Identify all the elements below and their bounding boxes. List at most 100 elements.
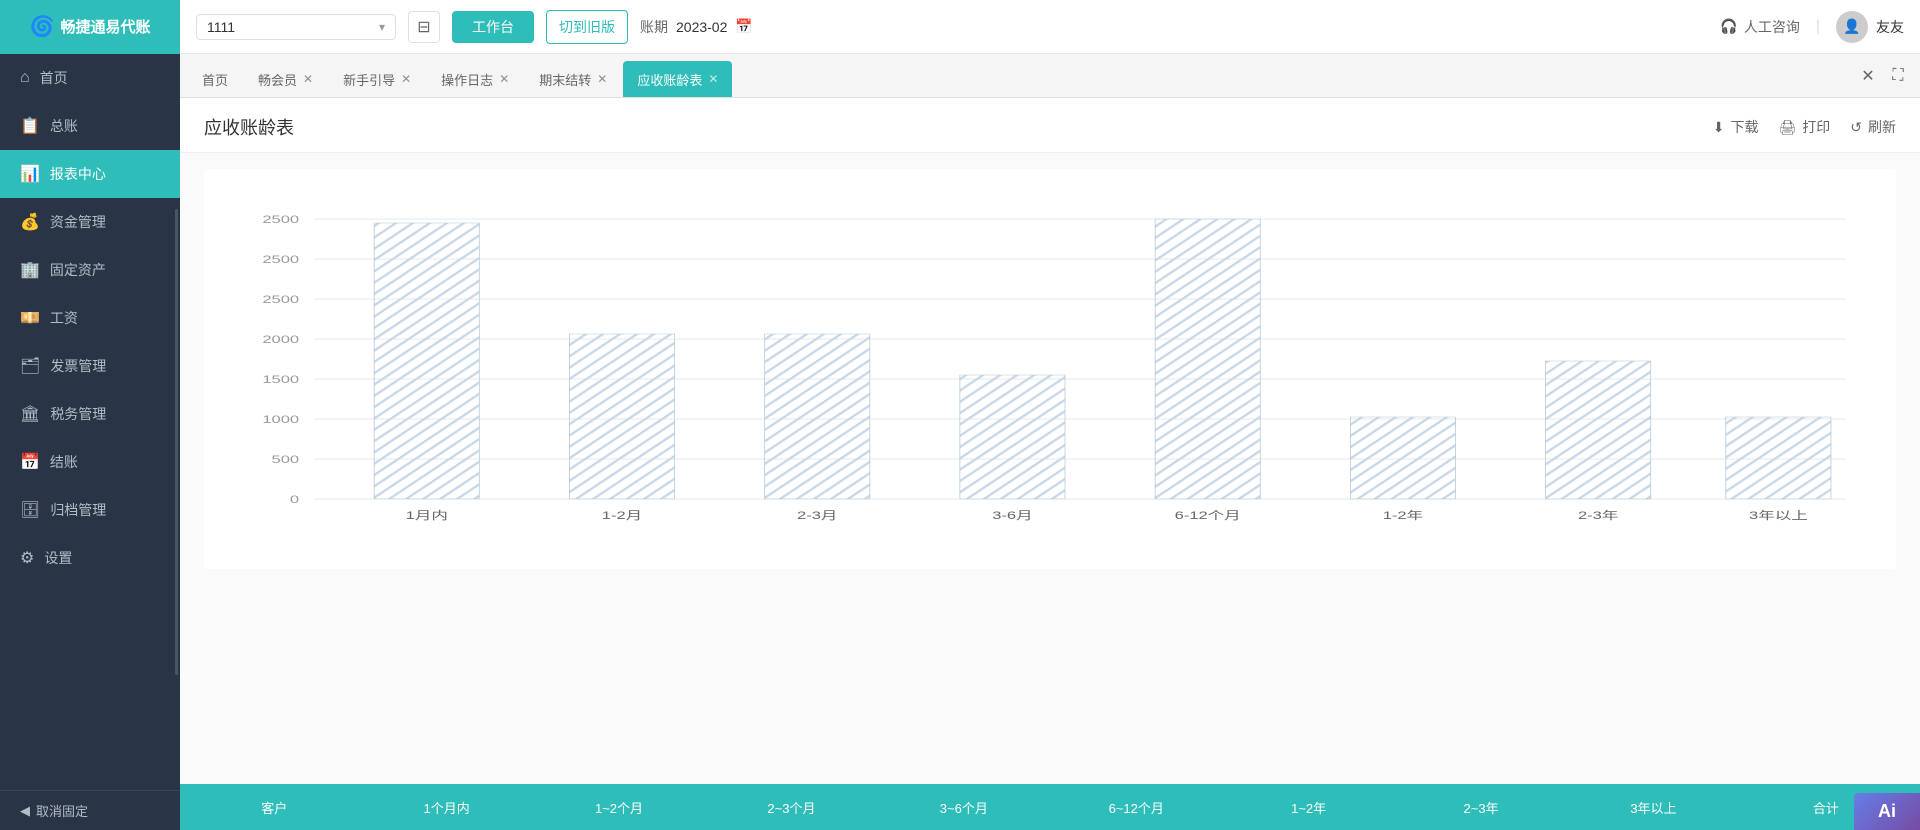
avatar-icon: 👤: [1843, 18, 1860, 35]
header-right: 🎧 人工咨询 | 👤 友友: [1720, 11, 1904, 43]
tab-label-aging: 应收账龄表: [637, 70, 702, 89]
sidebar-icon-archive: 🗄: [20, 500, 40, 520]
sidebar-label-home: 首页: [40, 68, 68, 88]
svg-text:1500: 1500: [262, 373, 299, 386]
close-all-tabs-button[interactable]: ✕: [1854, 62, 1882, 90]
th-客户: 客户: [188, 798, 360, 817]
th-3年以上: 3年以上: [1567, 798, 1739, 817]
sidebar-item-close[interactable]: 📅 结账: [0, 438, 180, 486]
tab-label-home: 首页: [202, 70, 228, 89]
bar-2-3年: [1546, 361, 1651, 499]
period-area: 账期 2023-02 📅: [640, 17, 753, 37]
tab-guide[interactable]: 新手引导✕: [329, 61, 425, 97]
tab-close-log[interactable]: ✕: [499, 72, 509, 86]
sidebar-item-reports[interactable]: 📊 报表中心: [0, 150, 180, 198]
collapse-icon: ◀: [20, 803, 30, 819]
sidebar-item-invoice[interactable]: 🗂 发票管理: [0, 342, 180, 390]
tab-member[interactable]: 畅会员 ✕: [244, 61, 327, 97]
sidebar-label-payroll: 工资: [50, 308, 78, 328]
headset-icon: 🎧: [1720, 18, 1737, 35]
svg-text:6-12个月: 6-12个月: [1175, 509, 1241, 522]
copy-button[interactable]: ⊟: [408, 11, 440, 43]
sidebar-item-settings[interactable]: ⚙ 设置: [0, 534, 180, 582]
refresh-label: 刷新: [1868, 117, 1896, 137]
divider: |: [1816, 18, 1820, 36]
sidebar: ⌂ 首页📋 总账📊 报表中心💰 资金管理🏢 固定资产💴 工资🗂 发票管理🏛 税务…: [0, 54, 180, 830]
sidebar-item-home[interactable]: ⌂ 首页: [0, 54, 180, 102]
svg-text:2500: 2500: [262, 253, 299, 266]
svg-text:1000: 1000: [262, 413, 299, 426]
chevron-down-icon: ▾: [379, 20, 385, 34]
svg-text:1-2月: 1-2月: [602, 509, 642, 522]
workbench-button[interactable]: 工作台: [452, 11, 534, 43]
sidebar-label-tax: 税务管理: [50, 404, 106, 424]
th-1~2个月: 1~2个月: [533, 798, 705, 817]
print-button[interactable]: 🖨 打印: [1778, 117, 1830, 137]
tab-close-aging[interactable]: ✕: [708, 72, 718, 86]
sidebar-item-tax[interactable]: 🏛 税务管理: [0, 390, 180, 438]
download-button[interactable]: ⬇ 下载: [1713, 117, 1759, 137]
consult-button[interactable]: 🎧 人工咨询: [1720, 17, 1799, 37]
company-selector[interactable]: 1111 ▾: [196, 14, 396, 40]
sidebar-icon-home: ⌂: [20, 69, 30, 87]
chart-area: 2500 2500 2500 2000 1500 1000 500 0: [204, 169, 1896, 569]
top-header: 🌀 畅捷通易代账 1111 ▾ ⊟ 工作台 切到旧版 账期 2023-02 📅 …: [0, 0, 1920, 54]
sidebar-item-payroll[interactable]: 💴 工资: [0, 294, 180, 342]
sidebar-collapse-button[interactable]: ◀ 取消固定: [0, 790, 180, 830]
tab-aging[interactable]: 应收账龄表 ✕: [623, 61, 732, 97]
tab-close-guide[interactable]: ✕: [401, 72, 411, 86]
content-area: 首页畅会员✕新手引导✕操作日志✕期末结转✕应收账龄表✕ ✕ ⛶ 应收账龄表 ⬇ …: [180, 54, 1920, 830]
user-name: 友友: [1876, 17, 1904, 37]
download-label: 下载: [1730, 117, 1758, 137]
sidebar-icon-reports: 📊: [20, 164, 40, 184]
page-header: 应收账龄表 ⬇ 下载 🖨 打印 ↺ 刷新: [180, 98, 1920, 153]
table-header: 客户1个月内1~2个月2~3个月3~6个月6~12个月1~2年2~3年3年以上合…: [180, 784, 1920, 830]
bar-6-12月: [1155, 219, 1260, 499]
tab-log[interactable]: 操作日志 ✕: [427, 61, 523, 97]
sidebar-label-archive: 归档管理: [50, 500, 106, 520]
tab-close-member[interactable]: ✕: [303, 72, 313, 86]
print-label: 打印: [1802, 117, 1830, 137]
sidebar-label-funds: 资金管理: [50, 212, 106, 232]
switch-version-button[interactable]: 切到旧版: [546, 10, 628, 44]
tab-period-close[interactable]: 期末结转 ✕: [525, 61, 621, 97]
svg-text:1-2年: 1-2年: [1383, 509, 1423, 522]
sidebar-icon-assets: 🏢: [20, 260, 40, 280]
page-actions: ⬇ 下载 🖨 打印 ↺ 刷新: [1713, 117, 1896, 137]
svg-text:500: 500: [272, 453, 300, 466]
th-1~2年: 1~2年: [1222, 798, 1394, 817]
user-area[interactable]: 👤 友友: [1836, 11, 1904, 43]
sidebar-item-assets[interactable]: 🏢 固定资产: [0, 246, 180, 294]
refresh-icon: ↺: [1850, 119, 1862, 136]
sidebar-label-ledger: 总账: [50, 116, 78, 136]
bar-2-3月: [765, 334, 870, 499]
sidebar-label-reports: 报表中心: [50, 164, 106, 184]
sidebar-label-assets: 固定资产: [50, 260, 106, 280]
th-2~3年: 2~3年: [1395, 798, 1567, 817]
svg-text:3年以上: 3年以上: [1749, 509, 1808, 522]
expand-button[interactable]: ⛶: [1884, 62, 1912, 90]
th-3~6个月: 3~6个月: [878, 798, 1050, 817]
calendar-icon[interactable]: 📅: [735, 18, 752, 35]
tab-close-period-close[interactable]: ✕: [597, 72, 607, 86]
sidebar-icon-tax: 🏛: [20, 404, 40, 424]
tab-bar: 首页畅会员✕新手引导✕操作日志✕期末结转✕应收账龄表✕ ✕ ⛶: [180, 54, 1920, 98]
sidebar-item-ledger[interactable]: 📋 总账: [0, 102, 180, 150]
svg-text:2500: 2500: [262, 213, 299, 226]
svg-text:1月内: 1月内: [406, 509, 448, 522]
scrollbar[interactable]: [175, 209, 178, 675]
tab-label-member: 畅会员: [258, 70, 297, 89]
ai-badge[interactable]: Ai: [1854, 793, 1920, 830]
sidebar-item-funds[interactable]: 💰 资金管理: [0, 198, 180, 246]
sidebar-item-archive[interactable]: 🗄 归档管理: [0, 486, 180, 534]
tab-home[interactable]: 首页: [188, 61, 242, 97]
svg-text:2-3年: 2-3年: [1578, 509, 1618, 522]
bar-chart: 2500 2500 2500 2000 1500 1000 500 0: [224, 189, 1876, 549]
tab-label-period-close: 期末结转: [539, 70, 591, 89]
page-title: 应收账龄表: [204, 114, 294, 140]
tab-label-log: 操作日志: [441, 70, 493, 89]
refresh-button[interactable]: ↺ 刷新: [1850, 117, 1896, 137]
sidebar-icon-invoice: 🗂: [20, 356, 40, 376]
sidebar-label-settings: 设置: [44, 548, 72, 568]
company-name: 1111: [207, 19, 371, 35]
